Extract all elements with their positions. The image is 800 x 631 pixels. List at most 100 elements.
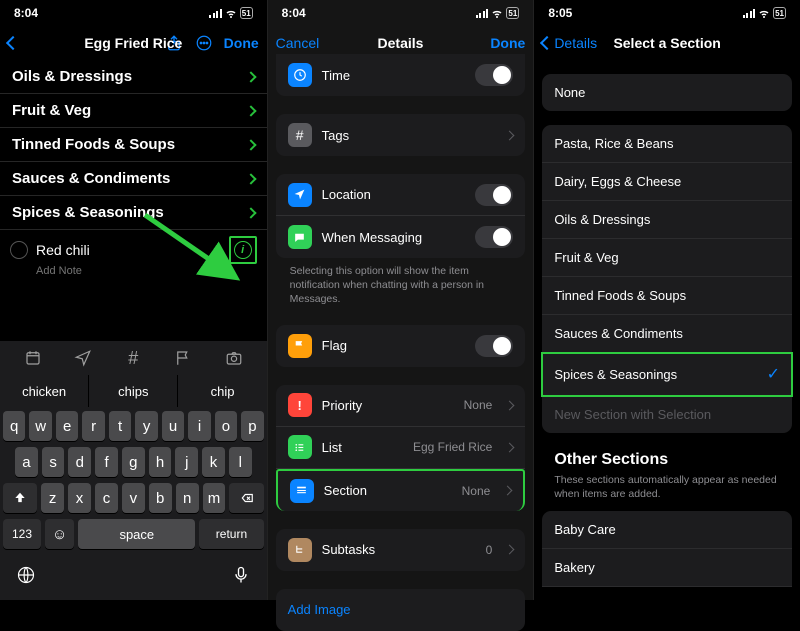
key-q[interactable]: q — [3, 411, 25, 441]
section-header[interactable]: Fruit & Veg — [0, 94, 267, 128]
key-i[interactable]: i — [188, 411, 210, 441]
section-option[interactable]: Dairy, Eggs & Cheese — [542, 163, 792, 201]
key-j[interactable]: j — [175, 447, 198, 477]
back-button[interactable]: Details — [554, 35, 597, 51]
toggle[interactable] — [475, 184, 513, 206]
calendar-icon[interactable] — [22, 347, 44, 369]
key-r[interactable]: r — [82, 411, 104, 441]
space-key[interactable]: space — [78, 519, 195, 549]
back-icon[interactable] — [6, 36, 20, 50]
key-k[interactable]: k — [202, 447, 225, 477]
toggle[interactable] — [475, 64, 513, 86]
section-header[interactable]: Spices & Seasonings — [0, 196, 267, 230]
key-h[interactable]: h — [149, 447, 172, 477]
back-icon[interactable] — [540, 36, 554, 50]
add-note[interactable]: Add Note — [0, 264, 267, 281]
info-button-highlight[interactable]: i — [229, 236, 257, 264]
chevron-right-icon — [505, 130, 515, 140]
key-u[interactable]: u — [162, 411, 184, 441]
row-label: New Section with Selection — [554, 407, 711, 422]
cell-list[interactable]: List Egg Fried Rice — [276, 427, 526, 469]
numbers-key[interactable]: 123 — [3, 519, 41, 549]
section-label: Sauces & Condiments — [12, 170, 170, 187]
cell-label: Tags — [322, 128, 493, 143]
emoji-key[interactable]: ☺ — [45, 519, 74, 549]
key-y[interactable]: y — [135, 411, 157, 441]
section-header[interactable]: Sauces & Condiments — [0, 162, 267, 196]
cell-flag[interactable]: Flag — [276, 325, 526, 367]
done-button[interactable]: Done — [224, 35, 259, 51]
suggestion[interactable]: chip — [178, 375, 266, 407]
panel-details: 8:04 51 Cancel Details Done Time # Tags … — [267, 0, 534, 600]
cell-subtasks[interactable]: Subtasks 0 — [276, 529, 526, 571]
cell-priority[interactable]: ! Priority None — [276, 385, 526, 427]
section-option[interactable]: Fruit & Veg — [542, 239, 792, 277]
key-t[interactable]: t — [109, 411, 131, 441]
section-option[interactable]: Oils & Dressings — [542, 201, 792, 239]
section-none[interactable]: None — [542, 74, 792, 111]
cancel-button[interactable]: Cancel — [276, 35, 320, 51]
item-row[interactable]: Red chili i — [0, 230, 267, 264]
cell-time[interactable]: Time — [276, 54, 526, 96]
cell-tags[interactable]: # Tags — [276, 114, 526, 156]
key-s[interactable]: s — [42, 447, 65, 477]
row-label: Pasta, Rice & Beans — [554, 136, 673, 151]
item-name[interactable]: Red chili — [36, 242, 221, 258]
key-g[interactable]: g — [122, 447, 145, 477]
section-header[interactable]: Tinned Foods & Soups — [0, 128, 267, 162]
backspace-key[interactable] — [229, 483, 263, 513]
more-icon[interactable] — [194, 33, 214, 53]
return-key[interactable]: return — [199, 519, 263, 549]
hash-icon[interactable]: # — [122, 347, 144, 369]
camera-icon[interactable] — [223, 347, 245, 369]
key-x[interactable]: x — [68, 483, 91, 513]
key-a[interactable]: a — [15, 447, 38, 477]
toggle[interactable] — [475, 335, 513, 357]
section-option[interactable]: Tinned Foods & Soups — [542, 277, 792, 315]
cell-label: Priority — [322, 398, 454, 413]
key-f[interactable]: f — [95, 447, 118, 477]
cell-messaging[interactable]: When Messaging — [276, 216, 526, 258]
section-option[interactable]: Spices & Seasonings✓ — [542, 353, 792, 396]
info-icon[interactable]: i — [234, 241, 252, 259]
key-n[interactable]: n — [176, 483, 199, 513]
key-e[interactable]: e — [56, 411, 78, 441]
key-z[interactable]: z — [41, 483, 64, 513]
section-option[interactable]: Pasta, Rice & Beans — [542, 125, 792, 163]
key-v[interactable]: v — [122, 483, 145, 513]
toggle[interactable] — [475, 226, 513, 248]
clock: 8:04 — [282, 6, 306, 20]
key-d[interactable]: d — [68, 447, 91, 477]
item-radio[interactable] — [10, 241, 28, 259]
key-w[interactable]: w — [29, 411, 51, 441]
section-option[interactable]: Sauces & Condiments — [542, 315, 792, 353]
cell-section-highlight[interactable]: Section None — [276, 469, 526, 511]
done-button[interactable]: Done — [490, 35, 525, 51]
key-l[interactable]: l — [229, 447, 252, 477]
key-m[interactable]: m — [203, 483, 226, 513]
other-section-option[interactable]: Bakery — [542, 549, 792, 587]
shift-key[interactable] — [3, 483, 37, 513]
row-label: Bakery — [554, 560, 594, 575]
cell-location[interactable]: Location — [276, 174, 526, 216]
add-image-button[interactable]: Add Image — [276, 589, 526, 631]
key-b[interactable]: b — [149, 483, 172, 513]
message-icon — [288, 225, 312, 249]
row-label: Sauces & Condiments — [554, 326, 683, 341]
clock-icon — [288, 63, 312, 87]
status-bar: 8:05 51 — [534, 0, 800, 26]
location-icon[interactable] — [72, 347, 94, 369]
globe-key[interactable] — [16, 565, 36, 590]
section-header[interactable]: Oils & Dressings — [0, 60, 267, 94]
suggestion[interactable]: chicken — [0, 375, 89, 407]
flag-icon[interactable] — [172, 347, 194, 369]
hash-icon: # — [288, 123, 312, 147]
share-icon[interactable] — [164, 33, 184, 53]
other-section-option[interactable]: Baby Care — [542, 511, 792, 549]
suggestion[interactable]: chips — [89, 375, 178, 407]
key-o[interactable]: o — [215, 411, 237, 441]
key-c[interactable]: c — [95, 483, 118, 513]
key-p[interactable]: p — [241, 411, 263, 441]
cell-label: Subtasks — [322, 542, 476, 557]
dictation-key[interactable] — [231, 565, 251, 590]
